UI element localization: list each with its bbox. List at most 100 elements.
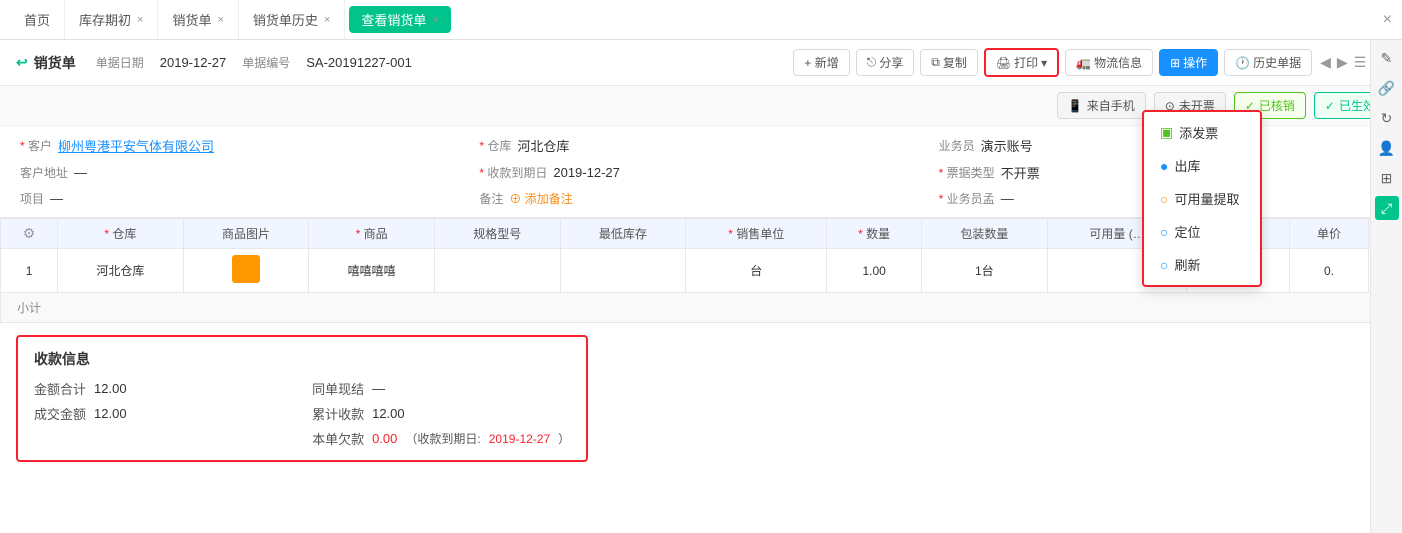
tab-close-view[interactable]: × xyxy=(432,14,438,26)
row-unit-price: 0. xyxy=(1289,249,1368,293)
add-invoice-icon: ▣ xyxy=(1160,124,1173,141)
col-settings[interactable]: ⚙ xyxy=(1,219,58,249)
row-product-img xyxy=(183,249,309,293)
tab-view-sales[interactable]: 查看销货单 × xyxy=(349,6,450,33)
share-button[interactable]: ⎋ 分享 xyxy=(856,49,915,76)
amount-total-label: 金额合计 xyxy=(34,379,86,398)
history-button[interactable]: 🕐 历史单据 xyxy=(1224,49,1312,76)
link-sidebar-icon[interactable]: 🔗 xyxy=(1375,76,1399,100)
staff-label: 业务员 xyxy=(939,137,975,154)
spacer xyxy=(34,429,292,448)
locate-label: 定位 xyxy=(1174,222,1200,241)
subtotal-row: 小计 xyxy=(1,293,1402,323)
date-label: 单据日期 xyxy=(96,54,144,71)
amount-total-value: 12.00 xyxy=(94,381,127,396)
deal-amount-label: 成交金额 xyxy=(34,404,86,423)
next-arrow[interactable]: ▶ xyxy=(1335,54,1350,71)
payment-date-field: 收款到期日 2019-12-27 xyxy=(479,163,922,182)
col-sales-unit: * 销售单位 xyxy=(686,219,827,249)
arrears-date: 2019-12-27 xyxy=(489,432,550,446)
col-product-img: 商品图片 xyxy=(183,219,309,249)
edit-sidebar-icon[interactable]: ✎ xyxy=(1375,46,1399,70)
doc-header: ↩ 销货单 单据日期 2019-12-27 单据编号 SA-20191227-0… xyxy=(0,40,1402,86)
customer-value[interactable]: 柳州粤港平安气体有限公司 xyxy=(58,136,214,155)
tab-home[interactable]: 首页 xyxy=(10,0,65,39)
customer-label: 客户 xyxy=(20,137,52,154)
customer-field: 客户 柳州粤港平安气体有限公司 xyxy=(20,136,463,155)
tab-inventory-start[interactable]: 库存期初 × xyxy=(65,0,158,39)
logistics-icon: 🚛 xyxy=(1076,56,1091,70)
new-button[interactable]: + 新增 xyxy=(793,49,849,76)
payment-date-value: 2019-12-27 xyxy=(553,165,620,180)
amount-total-row: 金额合计 12.00 xyxy=(34,379,292,398)
right-sidebar: ✎ 🔗 ↻ 👤 ⊞ ⤢ xyxy=(1370,40,1402,533)
print-button[interactable]: 🖨 打印 ▾ xyxy=(984,48,1059,77)
locate-item[interactable]: ○ 定位 xyxy=(1144,215,1260,248)
tab-close-inventory[interactable]: × xyxy=(137,14,143,26)
tab-sales-order[interactable]: 销货单 × xyxy=(158,0,238,39)
copy-button[interactable]: ⧉ 复制 xyxy=(920,49,978,76)
tab-close-sales[interactable]: × xyxy=(217,14,223,26)
ops-grid-icon: ⊞ xyxy=(1170,56,1180,70)
share-icon: ⎋ xyxy=(867,55,877,70)
arrears-label: 本单欠款 xyxy=(312,429,364,448)
doc-meta: 单据日期 2019-12-27 单据编号 SA-20191227-001 xyxy=(96,54,794,71)
row-sales-unit: 台 xyxy=(686,249,827,293)
staff2-label: 业务员孟 xyxy=(939,190,995,207)
row-no: 1 xyxy=(1,249,58,293)
refresh-label: 刷新 xyxy=(1174,255,1200,274)
logistics-button[interactable]: 🚛 物流信息 xyxy=(1065,49,1153,76)
history-icon: 🕐 xyxy=(1235,56,1250,70)
col-warehouse: * 仓库 xyxy=(58,219,184,249)
note-label: 备注 xyxy=(479,190,503,207)
doc-type-icon: ↩ xyxy=(16,54,28,71)
refresh-item[interactable]: ○ 刷新 xyxy=(1144,248,1260,281)
col-unit-price: 单价 xyxy=(1289,219,1368,249)
add-note-button[interactable]: ⊕ 添加备注 xyxy=(509,190,572,207)
user-sidebar-icon[interactable]: 👤 xyxy=(1375,136,1399,160)
row-quantity: 1.00 xyxy=(827,249,922,293)
receipt-info: 收款信息 金额合计 12.00 同单现结 — 成交金额 12.00 累计收款 1… xyxy=(16,335,588,462)
settings-icon[interactable]: ⚙ xyxy=(23,225,36,241)
row-product: 嘻嘻嘻嘻 xyxy=(309,249,435,293)
outbound-item[interactable]: ● 出库 xyxy=(1144,149,1260,182)
cumulative-receipt-value: 12.00 xyxy=(372,406,405,421)
col-quantity: * 数量 xyxy=(827,219,922,249)
same-order-settle-row: 同单现结 — xyxy=(312,379,570,398)
tab-bar: 首页 库存期初 × 销货单 × 销货单历史 × 查看销货单 × × xyxy=(0,0,1402,40)
row-warehouse: 河北仓库 xyxy=(58,249,184,293)
same-order-value: — xyxy=(372,381,385,396)
main-content: ↩ 销货单 单据日期 2019-12-27 单据编号 SA-20191227-0… xyxy=(0,40,1402,533)
available-qty-label: 可用量提取 xyxy=(1174,189,1239,208)
list-view-icon[interactable]: ☰ xyxy=(1352,54,1369,71)
warehouse-value: 河北仓库 xyxy=(517,136,569,155)
tab-sales-history[interactable]: 销货单历史 × xyxy=(239,0,345,39)
deal-amount-row: 成交金额 12.00 xyxy=(34,404,292,423)
sync-sidebar-icon[interactable]: ↻ xyxy=(1375,106,1399,130)
payment-date-label: 收款到期日 xyxy=(479,164,547,181)
tab-close-history[interactable]: × xyxy=(324,14,330,26)
grid-sidebar-icon[interactable]: ⊞ xyxy=(1375,166,1399,190)
col-spec: 规格型号 xyxy=(434,219,560,249)
product-image xyxy=(232,255,260,283)
from-phone-button[interactable]: 📱 来自手机 xyxy=(1057,92,1146,119)
operations-button[interactable]: ⊞ 操作 xyxy=(1159,49,1218,76)
date-value: 2019-12-27 xyxy=(160,55,227,70)
address-label: 客户地址 xyxy=(20,164,68,181)
warehouse-field: 仓库 河北仓库 xyxy=(479,136,922,155)
available-qty-icon: ○ xyxy=(1160,191,1168,207)
cumulative-receipt-row: 累计收款 12.00 xyxy=(312,404,570,423)
prev-arrow[interactable]: ◀ xyxy=(1318,54,1333,71)
number-value: SA-20191227-001 xyxy=(306,55,412,70)
bottom-section: 收款信息 金额合计 12.00 同单现结 — 成交金额 12.00 累计收款 1… xyxy=(0,323,1402,474)
copy-icon: ⧉ xyxy=(931,55,940,70)
locate-icon: ○ xyxy=(1160,224,1168,240)
row-spec xyxy=(434,249,560,293)
same-order-label: 同单现结 xyxy=(312,379,364,398)
window-close-button[interactable]: × xyxy=(1383,11,1392,29)
available-qty-item[interactable]: ○ 可用量提取 xyxy=(1144,182,1260,215)
add-invoice-item[interactable]: ▣ 添发票 xyxy=(1144,116,1260,149)
print-icon: 🖨 xyxy=(996,56,1011,70)
expand-sidebar-icon[interactable]: ⤢ xyxy=(1375,196,1399,220)
note-field: 备注 ⊕ 添加备注 xyxy=(479,190,922,207)
